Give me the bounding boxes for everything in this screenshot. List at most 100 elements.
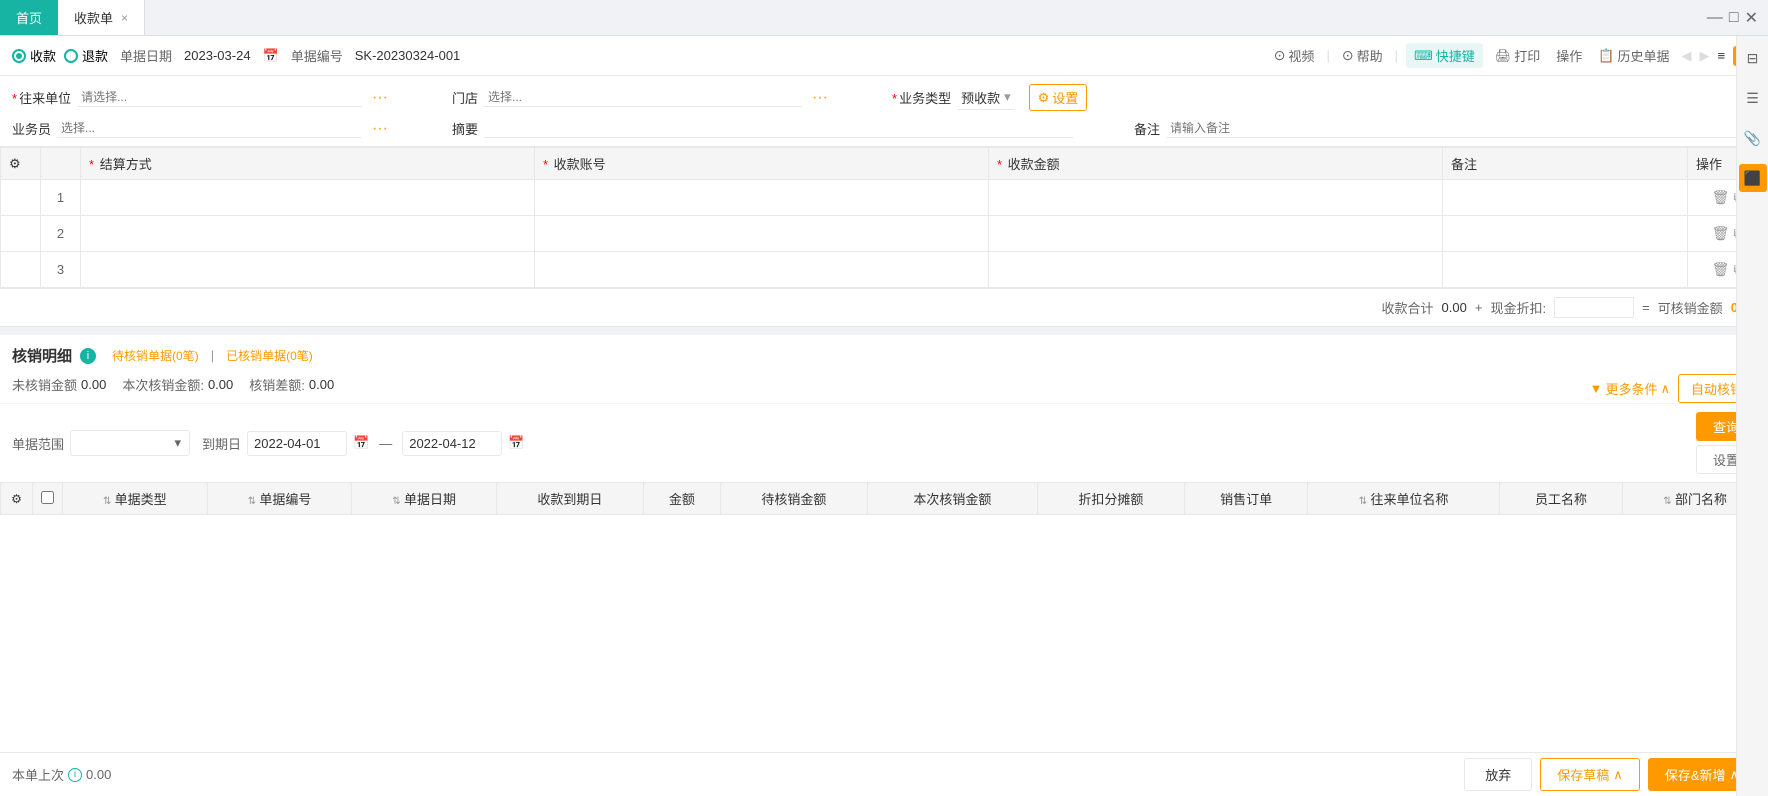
row-account-cell[interactable] bbox=[534, 252, 988, 288]
select-all-checkbox[interactable] bbox=[41, 491, 54, 504]
range-label: 单据范围 bbox=[12, 434, 64, 453]
row-remark-cell[interactable] bbox=[1442, 252, 1687, 288]
calendar-to-icon[interactable]: 📅 bbox=[508, 435, 524, 451]
row-num-cell: 1 bbox=[41, 180, 81, 216]
date-to-input[interactable] bbox=[402, 431, 502, 456]
summary-field: 摘要 bbox=[452, 119, 1074, 138]
sort-icon[interactable]: ⇅ bbox=[1663, 496, 1671, 507]
calendar-from-icon[interactable]: 📅 bbox=[353, 435, 369, 451]
sort-icon[interactable]: ⇅ bbox=[103, 496, 111, 507]
col-doc-date: ⇅ 单据日期 bbox=[352, 483, 497, 515]
equals-sign: = bbox=[1642, 300, 1650, 315]
col-settlement-header: * 结算方式 bbox=[81, 148, 535, 180]
row-amount-cell[interactable] bbox=[988, 252, 1442, 288]
range-field: 单据范围 ▾ bbox=[12, 430, 190, 456]
staff-input[interactable] bbox=[57, 119, 362, 138]
row-amount-cell[interactable] bbox=[988, 180, 1442, 216]
summary-input[interactable] bbox=[484, 119, 1074, 138]
col-settings-header[interactable]: ⚙ bbox=[1, 148, 41, 180]
save-new-label: 保存&新增 bbox=[1665, 765, 1726, 784]
close-btn[interactable]: ✕ bbox=[1745, 8, 1758, 28]
sidebar-capture-icon[interactable]: ⬛ bbox=[1739, 164, 1767, 192]
radio-receipt[interactable]: 收款 bbox=[12, 46, 56, 65]
col-amount: 金额 bbox=[643, 483, 720, 515]
radio-refund[interactable]: 退款 bbox=[64, 46, 108, 65]
partner-input[interactable] bbox=[77, 88, 362, 107]
row-settlement-cell[interactable] bbox=[81, 180, 535, 216]
row-amount-cell[interactable] bbox=[988, 216, 1442, 252]
due-date-label: 到期日 bbox=[202, 434, 241, 453]
shortcut-btn[interactable]: ⌨ 快捷键 bbox=[1406, 43, 1483, 68]
minimize-btn[interactable]: — bbox=[1707, 9, 1723, 27]
print-btn[interactable]: 🖨 打印 bbox=[1491, 44, 1545, 67]
verify-info-icon[interactable]: i bbox=[80, 348, 96, 364]
right-sidebar: ⊟ ☰ 📎 ⬛ bbox=[1736, 36, 1768, 796]
date-from-input[interactable] bbox=[247, 431, 347, 456]
footer-info-icon[interactable]: i bbox=[68, 768, 82, 782]
row-remark-cell[interactable] bbox=[1442, 180, 1687, 216]
tab-pending[interactable]: 待核销单据(0笔) bbox=[104, 345, 207, 366]
number-label: 单据编号 bbox=[291, 46, 343, 65]
chevron-down-icon: ▾ bbox=[1004, 89, 1011, 105]
row-settlement-cell[interactable] bbox=[81, 252, 535, 288]
chevron-up-icon: ∧ bbox=[1660, 381, 1670, 397]
calendar-icon[interactable]: 📅 bbox=[263, 48, 279, 64]
help-icon: ⊙ bbox=[1342, 47, 1354, 64]
delete-row-icon[interactable]: 🗑 bbox=[1712, 225, 1730, 242]
delete-row-icon[interactable]: 🗑 bbox=[1712, 189, 1730, 206]
current-stat: 本次核销金额: 0.00 bbox=[122, 375, 233, 394]
biz-settings-btn[interactable]: ⚙ 设置 bbox=[1029, 84, 1088, 111]
tab-home-label: 首页 bbox=[16, 8, 42, 27]
row-remark-cell[interactable] bbox=[1442, 216, 1687, 252]
current-label: 本次核销金额: bbox=[122, 375, 204, 394]
maximize-btn[interactable]: □ bbox=[1729, 9, 1739, 27]
help-btn[interactable]: ⊙ 帮助 bbox=[1338, 44, 1387, 67]
operation-btn[interactable]: 操作 bbox=[1552, 44, 1586, 67]
row-settlement-cell[interactable] bbox=[81, 216, 535, 252]
save-draft-label: 保存草稿 bbox=[1557, 765, 1609, 784]
sidebar-attach-icon[interactable]: 📎 bbox=[1739, 124, 1767, 152]
row-account-cell[interactable] bbox=[534, 180, 988, 216]
sort-icon[interactable]: ⇅ bbox=[248, 496, 256, 507]
more-conditions-btn[interactable]: ▼ 更多条件 ∧ bbox=[1590, 379, 1670, 398]
abandon-btn[interactable]: 放弃 bbox=[1464, 758, 1532, 791]
toolbar-right: ⊙ 视频 | ⊙ 帮助 | ⌨ 快捷键 🖨 打印 操作 📋 历史单据 bbox=[1270, 43, 1756, 68]
biz-type-select[interactable]: 预收款 ▾ bbox=[957, 86, 1015, 110]
row-settings-cell bbox=[1, 216, 41, 252]
sidebar-table-icon[interactable]: ⊟ bbox=[1739, 44, 1767, 72]
main-container: 收款 退款 单据日期 2023-03-24 📅 单据编号 SK-20230324… bbox=[0, 36, 1768, 796]
col-settings-bottom[interactable]: ⚙ bbox=[1, 483, 33, 515]
print-icon: 🖨 bbox=[1495, 48, 1512, 64]
shop-more-btn[interactable]: ··· bbox=[808, 90, 832, 106]
col-remark-header: 备注 bbox=[1442, 148, 1687, 180]
col-doc-num: ⇅ 单据编号 bbox=[207, 483, 352, 515]
col-account-header: * 收款账号 bbox=[534, 148, 988, 180]
save-draft-btn[interactable]: 保存草稿 ∧ bbox=[1540, 758, 1640, 791]
diff-stat: 核销差额: 0.00 bbox=[249, 375, 334, 394]
tab-home[interactable]: 首页 bbox=[0, 0, 58, 35]
layout-icon[interactable]: ≡ bbox=[1718, 48, 1726, 63]
col-checkbox[interactable] bbox=[33, 483, 63, 515]
staff-more-btn[interactable]: ··· bbox=[368, 121, 392, 137]
delete-row-icon[interactable]: 🗑 bbox=[1712, 261, 1730, 278]
close-icon[interactable]: × bbox=[121, 11, 128, 25]
range-select[interactable]: ▾ bbox=[70, 430, 190, 456]
shop-input[interactable] bbox=[484, 88, 802, 107]
tab-active[interactable]: 收款单 × bbox=[58, 0, 145, 35]
history-btn[interactable]: 📋 历史单据 bbox=[1594, 44, 1673, 67]
table-row: 2 🗑 ⧉ bbox=[1, 216, 1768, 252]
radio-refund-label: 退款 bbox=[82, 46, 108, 65]
row-account-cell[interactable] bbox=[534, 216, 988, 252]
row-settings-cell bbox=[1, 180, 41, 216]
sort-icon[interactable]: ⇅ bbox=[392, 496, 400, 507]
settings-label: 设置 bbox=[1052, 88, 1078, 107]
partner-more-btn[interactable]: ··· bbox=[368, 90, 392, 106]
tab-done[interactable]: 已核销单据(0笔) bbox=[218, 345, 321, 366]
sort-icon[interactable]: ⇅ bbox=[1359, 496, 1367, 507]
discount-input[interactable] bbox=[1554, 297, 1634, 318]
sidebar-list-icon[interactable]: ☰ bbox=[1739, 84, 1767, 112]
video-btn[interactable]: ⊙ 视频 bbox=[1270, 44, 1319, 67]
radio-receipt-label: 收款 bbox=[30, 46, 56, 65]
diff-value: 0.00 bbox=[309, 377, 334, 392]
remark-input[interactable] bbox=[1166, 119, 1756, 138]
